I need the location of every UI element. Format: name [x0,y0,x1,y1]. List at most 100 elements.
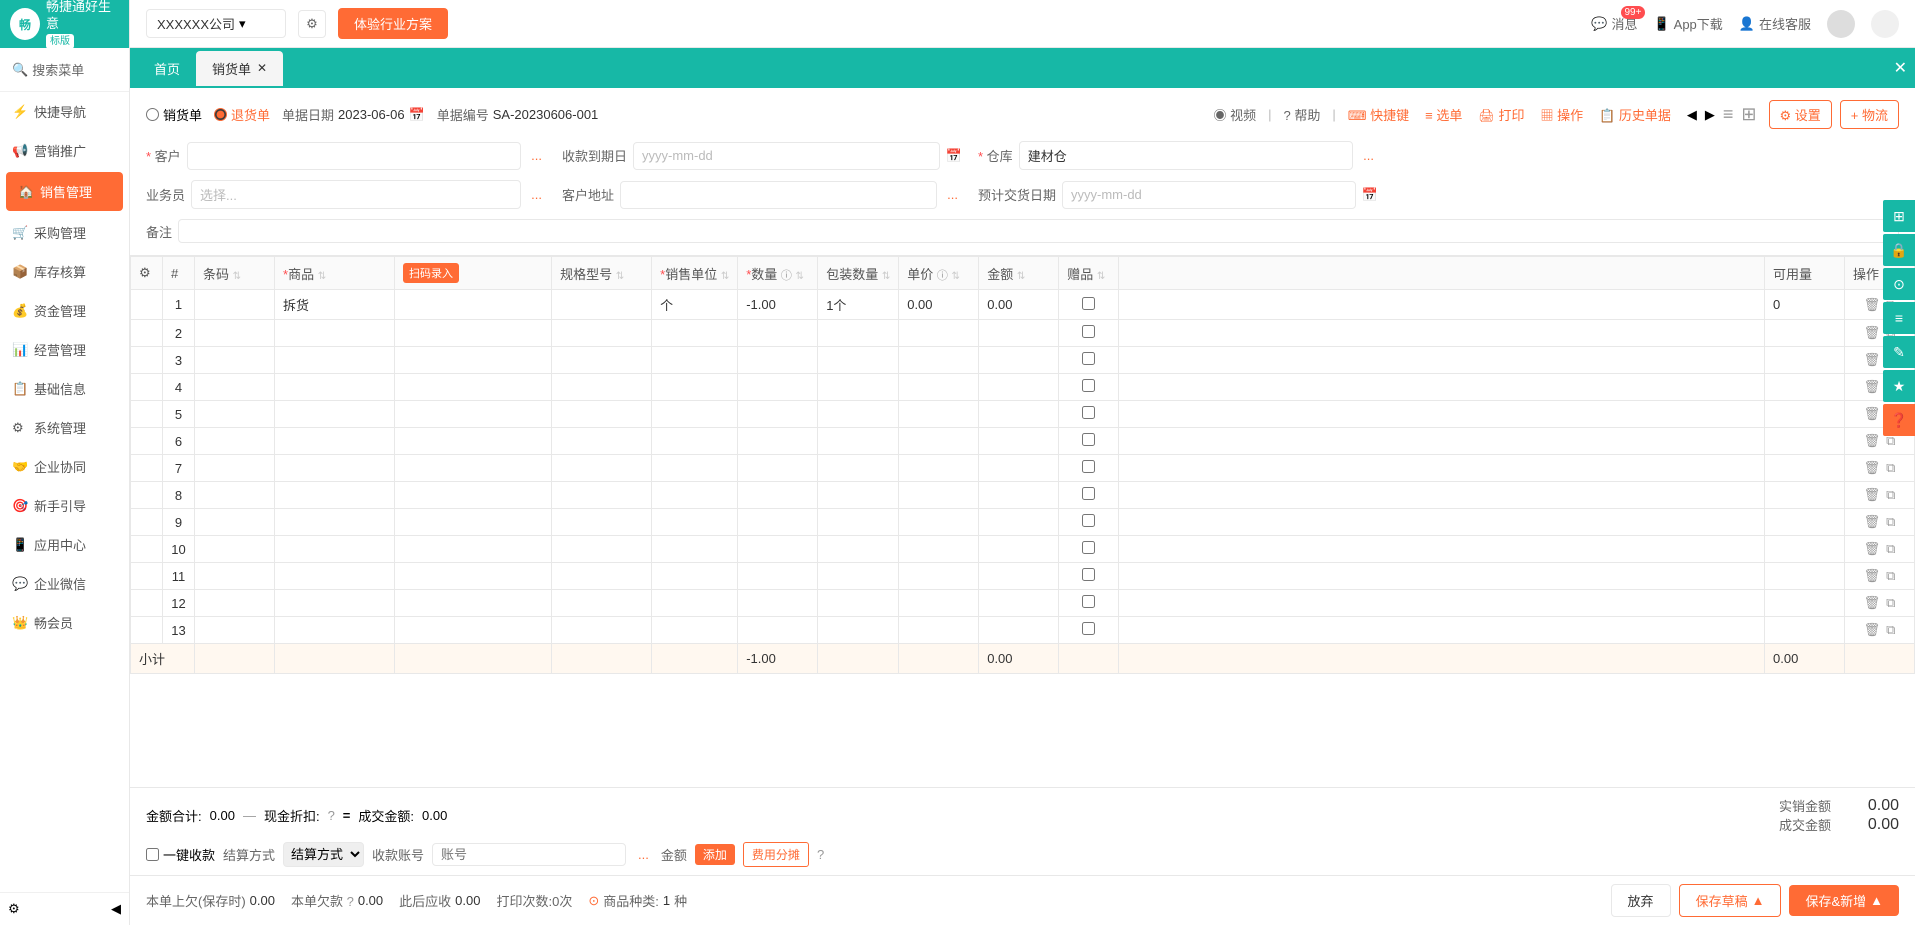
float-btn-2[interactable]: 🔒 [1883,234,1915,266]
copy-row-icon[interactable]: ⧉ [1886,541,1895,557]
delete-row-icon[interactable]: 🗑 [1864,568,1881,584]
video-btn[interactable]: ◉ 视频 [1209,103,1260,126]
row-gift-checkbox[interactable] [1082,325,1095,338]
radio-return-input[interactable] [214,108,227,121]
row-remark[interactable] [1119,428,1765,455]
scan-input-button[interactable]: 扫码录入 [403,263,459,283]
row-barcode[interactable] [195,563,275,590]
row-amount[interactable] [979,509,1059,536]
user-avatar-2[interactable] [1871,10,1899,38]
row-barcode[interactable] [195,509,275,536]
row-gift-checkbox[interactable] [1082,352,1095,365]
row-unit[interactable] [652,455,738,482]
row-qty[interactable] [738,536,818,563]
row-barcode[interactable] [195,455,275,482]
customer-addr-input[interactable] [620,181,937,209]
row-product[interactable] [275,617,395,644]
current-missing-help[interactable]: ? [347,894,354,909]
row-price[interactable] [899,590,979,617]
warehouse-more-icon[interactable]: ... [1359,148,1378,163]
row-price[interactable] [899,347,979,374]
row-gift-checkbox[interactable] [1082,379,1095,392]
one-click-payment-checkbox[interactable]: 一键收款 [146,845,215,864]
row-spec[interactable] [552,617,652,644]
row-amount[interactable] [979,347,1059,374]
row-amount[interactable] [979,563,1059,590]
tab-sales-order[interactable]: 销货单 ✕ [196,51,283,86]
sidebar-item-member[interactable]: 👑畅会员 [0,603,129,642]
row-qty[interactable] [738,590,818,617]
row-unit[interactable] [652,320,738,347]
row-spec[interactable] [552,482,652,509]
delete-row-icon[interactable]: 🗑 [1864,325,1881,341]
row-unit[interactable] [652,509,738,536]
row-product[interactable] [275,347,395,374]
row-spec[interactable] [552,374,652,401]
row-amount[interactable] [979,401,1059,428]
row-spec[interactable] [552,401,652,428]
row-product[interactable] [275,563,395,590]
float-btn-4[interactable]: ≡ [1883,302,1915,334]
row-gift-cell[interactable] [1059,401,1119,428]
delete-row-icon[interactable]: 🗑 [1864,514,1881,530]
help-icon[interactable]: ? [328,808,335,823]
row-gift-cell[interactable] [1059,617,1119,644]
row-qty[interactable]: -1.00 [738,290,818,320]
row-spec[interactable] [552,563,652,590]
customer-input[interactable] [187,142,521,170]
row-amount[interactable] [979,590,1059,617]
row-qty[interactable] [738,401,818,428]
th-settings[interactable]: ⚙ [131,257,163,290]
row-barcode[interactable] [195,320,275,347]
row-pack-qty[interactable] [818,374,899,401]
row-remark[interactable] [1119,590,1765,617]
delete-row-icon[interactable]: 🗑 [1864,541,1881,557]
row-pack-qty[interactable] [818,347,899,374]
row-amount[interactable] [979,428,1059,455]
payment-due-calendar-icon[interactable]: 📅 [946,148,962,164]
nav-next[interactable]: ▶ [1705,107,1715,123]
row-remark[interactable] [1119,374,1765,401]
row-qty[interactable] [738,347,818,374]
row-amount[interactable] [979,455,1059,482]
radio-return-order[interactable]: 退货单 [214,105,270,124]
row-product[interactable] [275,428,395,455]
row-spec[interactable] [552,536,652,563]
row-remark[interactable] [1119,347,1765,374]
trial-button[interactable]: 体验行业方案 [338,8,448,39]
row-pack-qty[interactable] [818,428,899,455]
sidebar-item-inventory[interactable]: 📦库存核算 [0,252,129,291]
settings-icon[interactable]: ⚙ [8,901,20,917]
payment-due-input[interactable]: yyyy-mm-dd [633,142,940,170]
copy-row-icon[interactable]: ⧉ [1886,514,1895,530]
row-spec[interactable] [552,590,652,617]
account-more-icon[interactable]: ... [634,847,653,862]
sidebar-item-wechat[interactable]: 💬企业微信 [0,564,129,603]
float-btn-1[interactable]: ⊞ [1883,200,1915,232]
row-price[interactable] [899,482,979,509]
row-amount[interactable] [979,536,1059,563]
row-price[interactable] [899,455,979,482]
row-gift-checkbox[interactable] [1082,595,1095,608]
row-gift-cell[interactable] [1059,536,1119,563]
row-pack-qty[interactable] [818,455,899,482]
row-gift-checkbox[interactable] [1082,406,1095,419]
row-gift-checkbox[interactable] [1082,514,1095,527]
row-barcode[interactable] [195,374,275,401]
row-pack-qty[interactable] [818,482,899,509]
help-btn[interactable]: ? 帮助 [1280,103,1325,126]
float-btn-5[interactable]: ✎ [1883,336,1915,368]
row-price[interactable] [899,563,979,590]
row-amount[interactable]: 0.00 [979,290,1059,320]
row-qty[interactable] [738,320,818,347]
collapse-icon[interactable]: ◀ [111,901,121,917]
search-menu-button[interactable]: 🔍 搜索菜单 [8,56,121,83]
row-price[interactable] [899,536,979,563]
message-button[interactable]: 💬 消息 99+ [1591,14,1637,33]
delete-row-icon[interactable]: 🗑 [1864,352,1881,368]
row-remark[interactable] [1119,455,1765,482]
salesperson-input[interactable]: 选择... [191,180,521,209]
delete-row-icon[interactable]: 🗑 [1864,487,1881,503]
radio-sales-order[interactable]: 销货单 [146,105,202,124]
row-pack-qty[interactable] [818,590,899,617]
